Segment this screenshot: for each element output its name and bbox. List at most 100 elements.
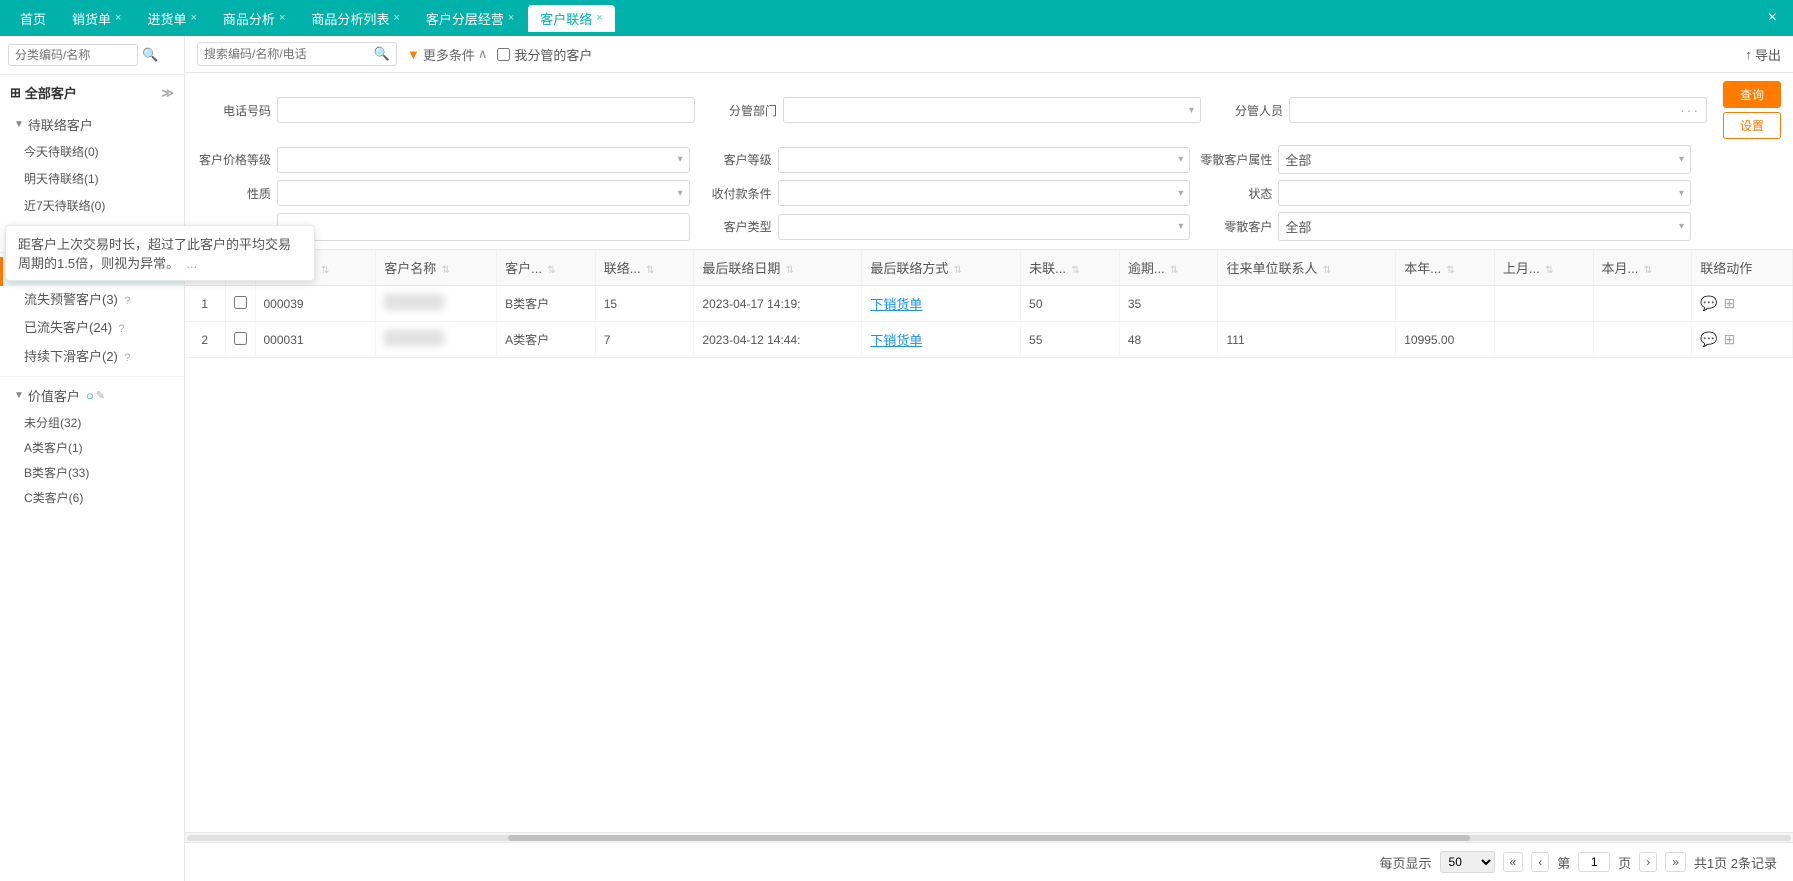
payment-arrow: ▾ <box>1178 188 1183 199</box>
customer-type-select[interactable]: ▾ <box>778 214 1191 240</box>
value-group[interactable]: ▼ 价值客户 ○ ✎ <box>0 381 184 410</box>
person-dots: ··· <box>1680 102 1700 118</box>
tab-product-analysis-list[interactable]: 商品分析列表 × <box>299 5 411 32</box>
row2-action-chat[interactable]: 💬 <box>1700 331 1717 348</box>
tab-product-analysis-close[interactable]: × <box>279 12 285 24</box>
tab-product-list-close[interactable]: × <box>393 12 399 24</box>
sidebar-item-today[interactable]: 今天待联络(0) <box>0 139 184 166</box>
thismonth-sort[interactable]: ⇅ <box>1644 265 1652 276</box>
lost-info-icon[interactable]: ? <box>118 323 124 335</box>
search-box[interactable]: 🔍 <box>197 42 397 66</box>
tab-customer-segment[interactable]: 客户分层经营 × <box>414 5 526 32</box>
row1-actions: 💬 ⊞ <box>1692 286 1793 322</box>
next-page-btn[interactable]: › <box>1639 852 1657 872</box>
sidebar-item-lost-pre[interactable]: 流失预警客户(3) ? <box>0 286 184 315</box>
col-header-contacts: 联络... ⇅ <box>595 250 694 286</box>
h-scroll-thumb[interactable] <box>508 835 1470 841</box>
unread-sort[interactable]: ⇅ <box>1071 265 1079 276</box>
lastmonth-sort[interactable]: ⇅ <box>1545 265 1553 276</box>
phone-input[interactable] <box>277 97 695 123</box>
tab-sales[interactable]: 销货单 × <box>60 5 133 32</box>
sidebar-search-input[interactable] <box>8 44 138 66</box>
dept-select[interactable]: ▾ <box>783 97 1201 123</box>
value-group-settings[interactable]: ✎ <box>96 389 105 402</box>
scatter-customer-select[interactable]: 全部 ▾ <box>1278 212 1691 241</box>
all-customers-header[interactable]: ⊞ 全部客户 ≫ <box>0 75 184 110</box>
first-page-btn[interactable]: « <box>1503 852 1524 872</box>
scatter-attr-select[interactable]: 全部 ▾ <box>1278 145 1691 174</box>
lastmethod-sort[interactable]: ⇅ <box>954 265 962 276</box>
tab-product-analysis[interactable]: 商品分析 × <box>211 5 297 32</box>
price-level-select[interactable]: ▾ <box>277 147 690 173</box>
nature-select[interactable]: ▾ <box>277 180 690 206</box>
last-page-btn[interactable]: » <box>1665 852 1686 872</box>
app-close-button[interactable]: × <box>1760 9 1785 27</box>
total-label: 共1页 2条记录 <box>1694 853 1777 872</box>
tab-contact-close[interactable]: × <box>596 12 602 24</box>
person-input[interactable]: ··· <box>1289 97 1707 123</box>
payment-select[interactable]: ▾ <box>778 180 1191 206</box>
row2-checkbox[interactable] <box>234 332 247 345</box>
per-page-select[interactable]: 50 100 200 <box>1440 851 1495 873</box>
more-conditions-arrow: ∧ <box>478 46 488 62</box>
lost-pre-info-icon[interactable]: ? <box>124 295 130 307</box>
page-input[interactable] <box>1578 852 1610 872</box>
row2-lastmethod-link[interactable]: 下销货单 <box>870 333 922 348</box>
row2-lastdate: 2023-04-12 14:44: <box>694 322 862 358</box>
continuous-info-icon[interactable]: ? <box>124 352 130 364</box>
sidebar-item-tomorrow[interactable]: 明天待联络(1) <box>0 166 184 193</box>
sidebar-item-class-c[interactable]: C类客户(6) <box>0 485 184 510</box>
contacts-sort[interactable]: ⇅ <box>646 265 654 276</box>
row2-contacts: 7 <box>595 322 694 358</box>
row1-checkbox[interactable] <box>234 296 247 309</box>
search-icon[interactable]: 🔍 <box>374 46 390 62</box>
tab-home[interactable]: 首页 <box>8 5 58 32</box>
sidebar-item-ungroup[interactable]: 未分组(32) <box>0 410 184 435</box>
row1-action-chat[interactable]: 💬 <box>1700 295 1717 312</box>
row1-lastmethod-link[interactable]: 下销货单 <box>870 297 922 312</box>
settings-button[interactable]: 设置 <box>1723 112 1781 139</box>
status-label: 状态 <box>1198 185 1278 202</box>
query-button[interactable]: 查询 <box>1723 81 1781 108</box>
value-group-edit[interactable]: ○ <box>86 388 94 403</box>
sidebar-collapse-icon[interactable]: ≫ <box>161 86 174 100</box>
tab-customer-contact[interactable]: 客户联络 × <box>528 5 614 32</box>
prev-page-btn[interactable]: ‹ <box>1531 852 1549 872</box>
lastdate-sort[interactable]: ⇅ <box>786 265 794 276</box>
tab-sales-close[interactable]: × <box>115 12 121 24</box>
export-button[interactable]: ↑ 导出 <box>1745 45 1781 64</box>
search-input[interactable] <box>204 47 374 61</box>
overdue-sort[interactable]: ⇅ <box>1170 265 1178 276</box>
sidebar-item-class-b[interactable]: B类客户(33) <box>0 460 184 485</box>
tab-segment-close[interactable]: × <box>508 12 514 24</box>
sidebar-item-continuous[interactable]: 持续下滑客户(2) ? <box>0 343 184 372</box>
h-scroll-track[interactable] <box>187 835 1791 841</box>
sidebar-search-icon[interactable]: 🔍 <box>142 47 158 63</box>
tab-purchase[interactable]: 进货单 × <box>135 5 208 32</box>
row1-action-grid[interactable]: ⊞ <box>1724 295 1736 312</box>
row1-thismonth <box>1593 286 1692 322</box>
sidebar-item-lost[interactable]: 已流失客户(24) ? <box>0 314 184 343</box>
row2-action-grid[interactable]: ⊞ <box>1724 331 1736 348</box>
level-sort[interactable]: ⇅ <box>547 265 555 276</box>
more-conditions-btn[interactable]: ▼ 更多条件 ∧ <box>407 45 487 64</box>
status-select[interactable]: ▾ <box>1278 180 1691 206</box>
my-customers-checkbox[interactable]: 我分管的客户 <box>497 45 592 64</box>
h-scrollbar[interactable] <box>185 832 1793 842</box>
content-area: 🔍 ▼ 更多条件 ∧ 我分管的客户 ↑ 导出 电话号码 <box>185 36 1793 881</box>
price-level-arrow: ▾ <box>678 154 683 165</box>
thisyear-sort[interactable]: ⇅ <box>1446 265 1454 276</box>
code-sort[interactable]: ⇅ <box>321 265 329 276</box>
name-sort[interactable]: ⇅ <box>442 265 450 276</box>
dots-input[interactable]: ··· <box>277 213 690 241</box>
my-customers-check[interactable] <box>497 48 510 61</box>
filter-row-4: ··· 客户类型 ▾ 零散客户 全部 ▾ <box>197 212 1781 241</box>
table-area[interactable]: ⚙ 客户编码 ⇅ 客户名称 ⇅ <box>185 250 1793 832</box>
page-label: 第 <box>1557 853 1570 872</box>
sidebar-item-7days[interactable]: 近7天待联络(0) <box>0 193 184 220</box>
unit-contact-sort[interactable]: ⇅ <box>1323 265 1331 276</box>
sidebar-item-class-a[interactable]: A类客户(1) <box>0 435 184 460</box>
tab-purchase-close[interactable]: × <box>190 12 196 24</box>
customer-level-select[interactable]: ▾ <box>778 147 1191 173</box>
pending-group[interactable]: ▼ 待联络客户 <box>0 110 184 139</box>
